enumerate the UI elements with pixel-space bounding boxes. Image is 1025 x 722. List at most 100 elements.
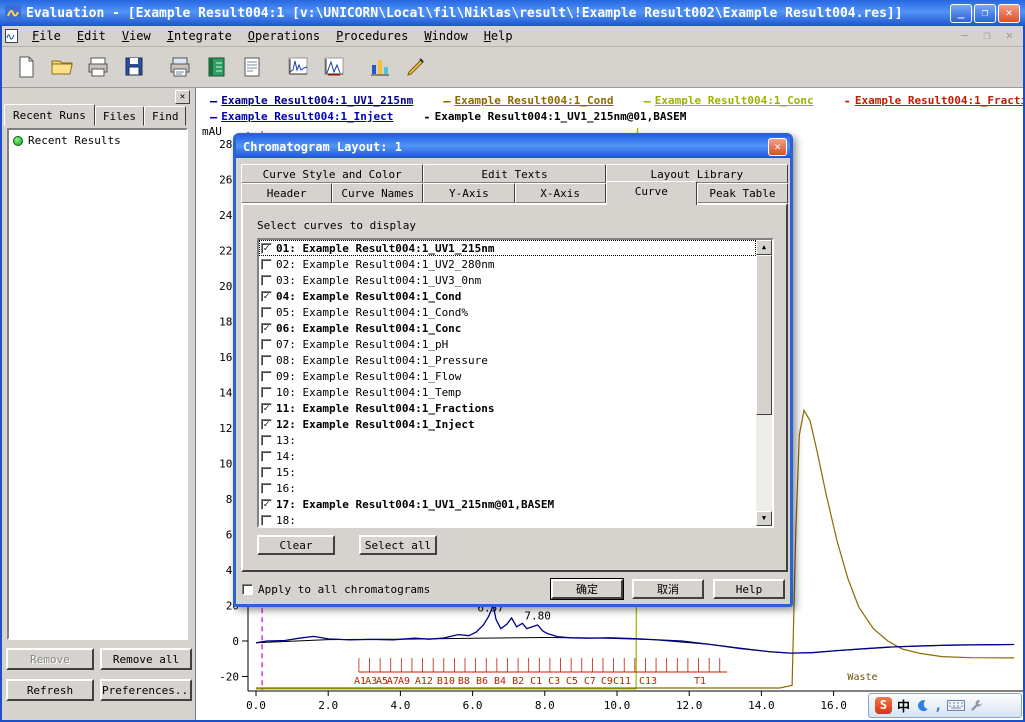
print-button[interactable] bbox=[80, 50, 116, 84]
restore-icon[interactable]: ❐ bbox=[974, 4, 996, 23]
dialog-tab-curve[interactable]: Curve bbox=[606, 181, 697, 205]
menu-item-view[interactable]: View bbox=[114, 27, 159, 45]
legend-row-2: —Example Result004:1_Inject -Example Resu… bbox=[210, 109, 1025, 125]
close-icon[interactable]: ✕ bbox=[998, 4, 1020, 23]
notebook-button[interactable] bbox=[198, 50, 234, 84]
legend-item-example-result004-1-inject[interactable]: —Example Result004:1_Inject bbox=[210, 110, 393, 124]
legend-item-example-result004-1-fractions[interactable]: -Example Result004:1_Fractions bbox=[844, 94, 1025, 108]
curve-checkbox[interactable] bbox=[261, 355, 272, 366]
menu-item-operations[interactable]: Operations bbox=[240, 27, 328, 45]
menu-item-procedures[interactable]: Procedures bbox=[328, 27, 416, 45]
integration-button[interactable] bbox=[316, 50, 352, 84]
menu-item-window[interactable]: Window bbox=[416, 27, 475, 45]
curve-checkbox[interactable] bbox=[261, 371, 272, 382]
curve-list-item[interactable]: 07: Example Result004:1_pH bbox=[259, 336, 756, 352]
print-report-button[interactable] bbox=[162, 50, 198, 84]
menu-item-integrate[interactable]: Integrate bbox=[159, 27, 240, 45]
curve-list-item[interactable]: 09: Example Result004:1_Flow bbox=[259, 368, 756, 384]
curve-checkbox[interactable] bbox=[261, 339, 272, 350]
dialog-tab-edit-texts[interactable]: Edit Texts bbox=[423, 164, 605, 183]
curve-checkbox[interactable] bbox=[261, 259, 272, 270]
curve-checkbox[interactable]: ✓ bbox=[261, 323, 272, 334]
curve-checkbox[interactable] bbox=[261, 483, 272, 494]
curve-list-item[interactable]: 05: Example Result004:1_Cond% bbox=[259, 304, 756, 320]
sidebar-button-remove-all[interactable]: Remove all bbox=[100, 648, 192, 670]
curve-list-item[interactable]: 18: bbox=[259, 512, 756, 526]
chromatogram-button[interactable] bbox=[280, 50, 316, 84]
curve-checkbox[interactable] bbox=[261, 387, 272, 398]
curve-checkbox[interactable] bbox=[261, 515, 272, 526]
minimize-icon[interactable]: _ bbox=[950, 4, 972, 23]
sidebar-button-refresh[interactable]: Refresh bbox=[6, 679, 94, 701]
curve-checkbox[interactable]: ✓ bbox=[261, 499, 272, 510]
mdi-window-controls[interactable]: — ❐ ✕ bbox=[961, 28, 1017, 42]
curve-list-item[interactable]: 10: Example Result004:1_Temp bbox=[259, 384, 756, 400]
wrench-icon[interactable] bbox=[970, 699, 983, 712]
curve-checkbox[interactable]: ✓ bbox=[261, 291, 272, 302]
curve-list-item[interactable]: 14: bbox=[259, 448, 756, 464]
legend-item-example-result004-1-conc[interactable]: —Example Result004:1_Conc bbox=[643, 94, 813, 108]
sidebar-button-preferences[interactable]: Preferences... bbox=[100, 679, 192, 701]
curve-checkbox[interactable] bbox=[261, 307, 272, 318]
dialog-tab-curve-style-and-color[interactable]: Curve Style and Color bbox=[241, 164, 423, 183]
chinese-mode-icon[interactable]: 中 bbox=[897, 696, 910, 715]
curve-checkbox[interactable] bbox=[261, 467, 272, 478]
curve-list-item[interactable]: ✓12: Example Result004:1_Inject bbox=[259, 416, 756, 432]
pen-button[interactable] bbox=[398, 50, 434, 84]
curve-checkbox[interactable]: ✓ bbox=[261, 419, 272, 430]
list-scrollbar[interactable]: ▲ ▼ bbox=[756, 240, 772, 526]
help-button[interactable]: Help bbox=[713, 579, 785, 599]
apply-checkbox[interactable] bbox=[242, 584, 253, 595]
dialog-tab-header[interactable]: Header bbox=[241, 183, 332, 203]
curve-checkbox[interactable] bbox=[261, 435, 272, 446]
select-all-button[interactable]: Select all bbox=[359, 535, 437, 555]
curve-list-item[interactable]: 16: bbox=[259, 480, 756, 496]
curve-checkbox[interactable]: ✓ bbox=[261, 403, 272, 414]
report-button[interactable] bbox=[234, 50, 270, 84]
tree-item-recent-results[interactable]: Recent Results bbox=[13, 134, 182, 147]
curve-list-item[interactable]: ✓17: Example Result004:1_UV1_215nm@01,BA… bbox=[259, 496, 756, 512]
legend-item-example-result004-1-uv1-215nm[interactable]: —Example Result004:1_UV1_215nm bbox=[210, 94, 413, 108]
ok-button[interactable]: 确定 bbox=[551, 579, 623, 599]
curve-list-item[interactable]: 02: Example Result004:1_UV2_280nm bbox=[259, 256, 756, 272]
legend-item-example-result004-1-cond[interactable]: —Example Result004:1_Cond bbox=[443, 94, 613, 108]
menu-item-edit[interactable]: Edit bbox=[69, 27, 114, 45]
curve-checkbox[interactable]: ✓ bbox=[261, 243, 272, 254]
moon-icon[interactable] bbox=[915, 699, 929, 713]
menu-item-file[interactable]: File bbox=[24, 27, 69, 45]
sidebar-tab-recent-runs[interactable]: Recent Runs bbox=[4, 104, 95, 126]
new-document-button[interactable] bbox=[8, 50, 44, 84]
open-button[interactable] bbox=[44, 50, 80, 84]
dialog-tab-y-axis[interactable]: Y-Axis bbox=[423, 183, 514, 203]
curve-list-item[interactable]: 08: Example Result004:1_Pressure bbox=[259, 352, 756, 368]
menu-item-help[interactable]: Help bbox=[476, 27, 521, 45]
scroll-down-icon[interactable]: ▼ bbox=[756, 511, 772, 526]
curve-list-item[interactable]: 15: bbox=[259, 464, 756, 480]
curve-list-item[interactable]: 13: bbox=[259, 432, 756, 448]
dialog-tab-curve-names[interactable]: Curve Names bbox=[332, 183, 423, 203]
curve-list-item[interactable]: ✓06: Example Result004:1_Conc bbox=[259, 320, 756, 336]
histogram-button[interactable] bbox=[362, 50, 398, 84]
panel-close-icon[interactable]: ✕ bbox=[175, 90, 190, 104]
dialog-tab-peak-table[interactable]: Peak Table bbox=[697, 183, 788, 203]
keyboard-icon[interactable] bbox=[947, 700, 965, 711]
sogou-logo-icon[interactable]: S bbox=[875, 697, 892, 714]
sidebar-tab-find[interactable]: Find bbox=[144, 106, 187, 126]
clear-button[interactable]: Clear bbox=[257, 535, 335, 555]
curve-list-item[interactable]: ✓04: Example Result004:1_Cond bbox=[259, 288, 756, 304]
punctuation-icon[interactable]: , bbox=[934, 698, 942, 714]
curve-list-item[interactable]: 03: Example Result004:1_UV3_0nm bbox=[259, 272, 756, 288]
sidebar-button-remove[interactable]: Remove bbox=[6, 648, 94, 670]
scroll-up-icon[interactable]: ▲ bbox=[756, 240, 772, 255]
curve-checkbox[interactable] bbox=[261, 451, 272, 462]
save-button[interactable] bbox=[116, 50, 152, 84]
scroll-thumb[interactable] bbox=[756, 255, 772, 415]
dialog-close-icon[interactable]: ✕ bbox=[768, 138, 787, 156]
cancel-button[interactable]: 取消 bbox=[632, 579, 704, 599]
dialog-tab-x-axis[interactable]: X-Axis bbox=[515, 183, 606, 203]
curve-list-item[interactable]: ✓01: Example Result004:1_UV1_215nm bbox=[259, 240, 756, 256]
curve-checkbox[interactable] bbox=[261, 275, 272, 286]
legend-item-example-result004-1-uv1-215nm-01-basem[interactable]: -Example Result004:1_UV1_215nm@01,BASEM bbox=[423, 110, 686, 124]
sidebar-tab-files[interactable]: Files bbox=[95, 106, 144, 126]
curve-list-item[interactable]: ✓11: Example Result004:1_Fractions bbox=[259, 400, 756, 416]
